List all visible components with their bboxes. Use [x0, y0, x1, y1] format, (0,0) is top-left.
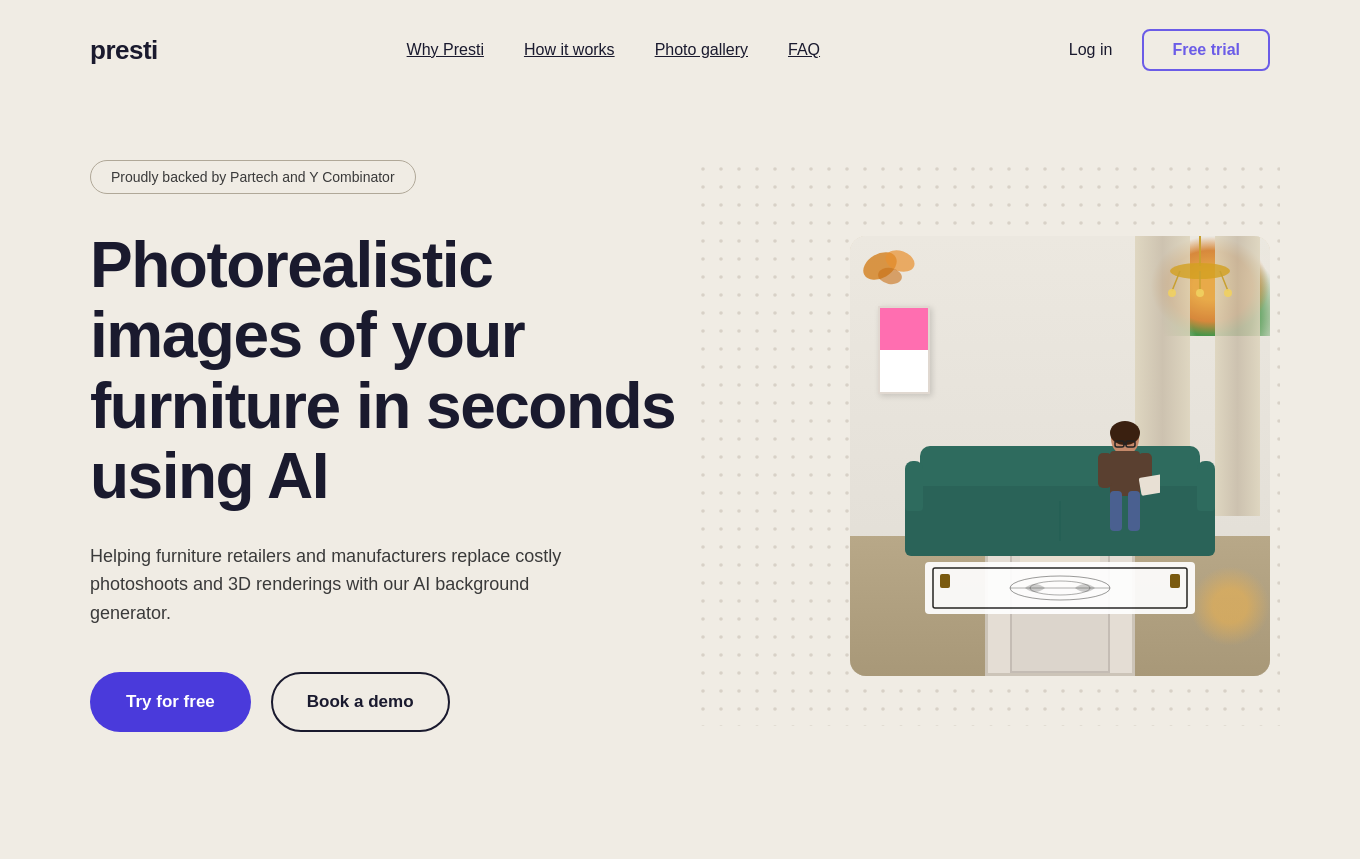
nav-links: Why Presti How it works Photo gallery FA…: [407, 41, 820, 59]
svg-rect-13: [1098, 453, 1112, 488]
hero-section: Proudly backed by Partech and Y Combinat…: [90, 100, 1270, 812]
svg-rect-15: [1110, 491, 1122, 531]
foliage-bottom: [1190, 566, 1270, 646]
person-silhouette: [1090, 421, 1160, 541]
navbar: presti Why Presti How it works Photo gal…: [90, 0, 1270, 100]
room-scene: [850, 236, 1270, 676]
hero-buttons: Try for free Book a demo: [90, 672, 710, 732]
foliage-top-left: [860, 241, 920, 291]
hero-description: Helping furniture retailers and manufact…: [90, 542, 570, 628]
login-link[interactable]: Log in: [1069, 41, 1113, 59]
nav-how-it-works[interactable]: How it works: [524, 41, 615, 58]
hero-title: Photorealistic images of your furniture …: [90, 230, 710, 512]
svg-point-9: [1224, 289, 1232, 297]
svg-point-11: [1110, 421, 1140, 445]
chandelier-icon: [1150, 236, 1250, 326]
book-demo-button[interactable]: Book a demo: [271, 672, 450, 732]
nav-why-presti[interactable]: Why Presti: [407, 41, 484, 58]
svg-rect-16: [1128, 491, 1140, 531]
hero-badge: Proudly backed by Partech and Y Combinat…: [90, 160, 416, 194]
nav-photo-gallery[interactable]: Photo gallery: [655, 41, 748, 58]
hero-right: [790, 216, 1270, 676]
logo[interactable]: presti: [90, 35, 158, 66]
svg-point-5: [1168, 289, 1176, 297]
svg-point-7: [1196, 289, 1204, 297]
nav-right: Log in Free trial: [1069, 29, 1270, 71]
hero-image: [850, 236, 1270, 676]
svg-rect-12: [1110, 451, 1140, 496]
nav-faq[interactable]: FAQ: [788, 41, 820, 58]
hero-left: Proudly backed by Partech and Y Combinat…: [90, 160, 710, 732]
free-trial-button[interactable]: Free trial: [1142, 29, 1270, 71]
try-for-free-button[interactable]: Try for free: [90, 672, 251, 732]
